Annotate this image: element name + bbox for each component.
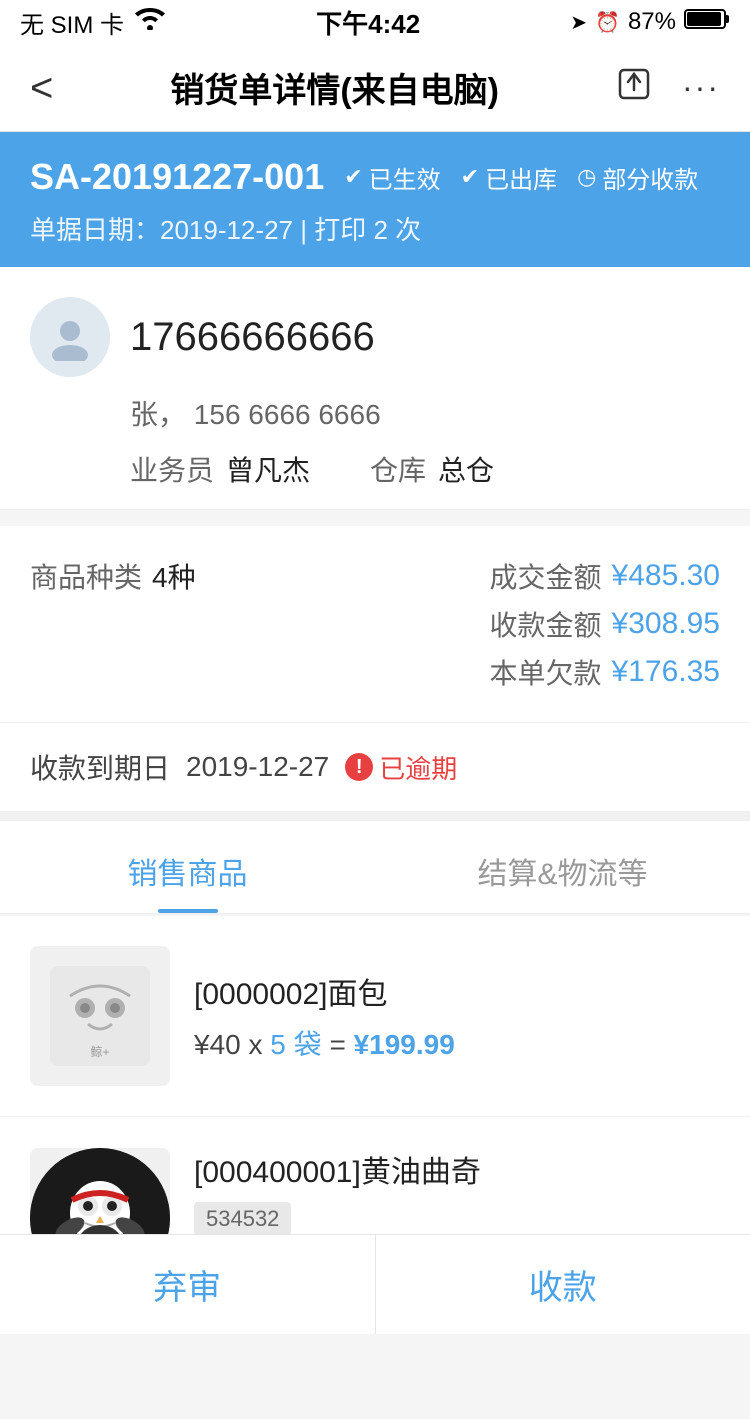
nav-bar: < 销货单详情(来自电脑) ··· bbox=[0, 44, 750, 132]
status-bar: 无 SIM 卡 下午4:42 ➤ ⏰ 87% bbox=[0, 0, 750, 44]
order-banner: SA-20191227-001 已生效 已出库 部分收款 单据日期：2019-1… bbox=[0, 132, 750, 267]
sales-name: 曾凡杰 bbox=[226, 449, 310, 489]
received-amount: ¥308.95 bbox=[612, 607, 720, 641]
bottom-bar: 弃审 收款 bbox=[0, 1234, 750, 1334]
sales-item: 业务员 曾凡杰 bbox=[130, 449, 310, 489]
product-item: 鲸+ [0000002]面包 ¥40 x 5 袋 = ¥199.99 bbox=[0, 916, 750, 1117]
deal-amount: ¥485.30 bbox=[612, 559, 720, 593]
alarm-icon: ⏰ bbox=[595, 10, 620, 35]
price-1: ¥40 bbox=[194, 1029, 241, 1060]
unit-1: 袋 bbox=[294, 1029, 322, 1060]
warehouse-item: 仓库 总仓 bbox=[370, 449, 494, 489]
order-meta-print-label: 打印 bbox=[314, 215, 366, 245]
status-time: 下午4:42 bbox=[316, 4, 420, 41]
customer-name: 张， bbox=[130, 399, 186, 430]
types-value: 4种 bbox=[152, 556, 196, 596]
due-label: 收款到期日 bbox=[30, 747, 170, 787]
debt-amount: ¥176.35 bbox=[612, 655, 720, 689]
more-icon[interactable]: ··· bbox=[682, 69, 720, 106]
received-label: 收款金额 bbox=[490, 604, 602, 644]
customer-name-phone: 张， 156 6666 6666 bbox=[30, 393, 720, 433]
debt-label: 本单欠款 bbox=[490, 652, 602, 692]
product-price-1: ¥40 x 5 袋 = ¥199.99 bbox=[194, 1023, 720, 1063]
product-thumb-1: 鲸+ bbox=[30, 946, 170, 1086]
page-title: 销货单详情(来自电脑) bbox=[170, 63, 499, 112]
share-icon[interactable] bbox=[616, 66, 652, 110]
product-batch-2: 534532 bbox=[194, 1202, 291, 1236]
customer-meta: 业务员 曾凡杰 仓库 总仓 bbox=[30, 449, 720, 489]
deal-amount-label: 成交金额 bbox=[490, 556, 602, 596]
tab-settlement[interactable]: 结算&物流等 bbox=[375, 821, 750, 913]
back-button[interactable]: < bbox=[30, 68, 53, 108]
badge-partial-paid: 部分收款 bbox=[577, 160, 698, 195]
order-number-row: SA-20191227-001 已生效 已出库 部分收款 bbox=[30, 156, 720, 198]
deal-amount-row: 成交金额 ¥485.30 bbox=[490, 556, 720, 596]
order-meta-date: 2019-12-27 bbox=[160, 215, 293, 245]
received-amount-row: 收款金额 ¥308.95 bbox=[490, 604, 720, 644]
customer-phone2: 156 6666 6666 bbox=[194, 399, 381, 430]
nav-icons: ··· bbox=[616, 66, 720, 110]
stats-left: 商品种类 4种 bbox=[30, 556, 375, 692]
battery-icon bbox=[684, 7, 730, 38]
order-meta-print-unit: 次 bbox=[395, 215, 421, 245]
status-right: ➤ ⏰ 87% bbox=[570, 7, 730, 38]
svg-text:鲸+: 鲸+ bbox=[90, 1044, 109, 1059]
due-section: 收款到期日 2019-12-27 ! 已逾期 bbox=[0, 722, 750, 821]
collect-payment-button[interactable]: 收款 bbox=[376, 1235, 750, 1334]
tab-sales-products[interactable]: 销售商品 bbox=[0, 821, 375, 913]
warehouse-label: 仓库 bbox=[370, 449, 426, 489]
status-left: 无 SIM 卡 bbox=[20, 5, 166, 40]
stats-section: 商品种类 4种 成交金额 ¥485.30 收款金额 ¥308.95 本单欠款 ¥… bbox=[0, 526, 750, 722]
product-types: 商品种类 4种 bbox=[30, 556, 375, 596]
order-meta: 单据日期：2019-12-27 | 打印 2 次 bbox=[30, 210, 720, 247]
order-meta-separator: | bbox=[293, 215, 314, 245]
tabs: 销售商品 结算&物流等 bbox=[0, 821, 750, 914]
debt-amount-row: 本单欠款 ¥176.35 bbox=[490, 652, 720, 692]
overdue-text: 已逾期 bbox=[379, 749, 457, 786]
customer-section: 17666666666 张， 156 6666 6666 业务员 曾凡杰 仓库 … bbox=[0, 267, 750, 510]
types-label: 商品种类 bbox=[30, 556, 142, 596]
product-name-1: [0000002]面包 bbox=[194, 969, 720, 1013]
customer-row: 17666666666 bbox=[30, 297, 720, 377]
overdue-badge: ! 已逾期 bbox=[345, 749, 457, 786]
qty-1: 5 bbox=[270, 1029, 286, 1060]
overdue-icon: ! bbox=[345, 753, 373, 781]
warehouse-name: 总仓 bbox=[438, 449, 494, 489]
total-1: ¥199.99 bbox=[354, 1029, 455, 1060]
order-number: SA-20191227-001 bbox=[30, 156, 324, 198]
battery-text: 87% bbox=[628, 8, 676, 36]
badge-activated: 已生效 bbox=[344, 160, 440, 195]
product-name-2: [000400001]黄油曲奇 bbox=[194, 1147, 720, 1191]
order-meta-date-label: 单据日期： bbox=[30, 215, 160, 245]
product-info-1: [0000002]面包 ¥40 x 5 袋 = ¥199.99 bbox=[194, 969, 720, 1063]
wifi-icon bbox=[134, 8, 166, 37]
location-icon: ➤ bbox=[570, 10, 587, 35]
abandon-review-button[interactable]: 弃审 bbox=[0, 1235, 376, 1334]
order-meta-print-count: 2 bbox=[373, 215, 387, 245]
badge-shipped: 已出库 bbox=[461, 160, 557, 195]
due-date: 2019-12-27 bbox=[186, 751, 329, 783]
avatar bbox=[30, 297, 110, 377]
carrier-text: 无 SIM 卡 bbox=[20, 5, 124, 40]
sales-label: 业务员 bbox=[130, 449, 214, 489]
stats-right: 成交金额 ¥485.30 收款金额 ¥308.95 本单欠款 ¥176.35 bbox=[375, 556, 720, 692]
customer-phone: 17666666666 bbox=[130, 315, 375, 360]
